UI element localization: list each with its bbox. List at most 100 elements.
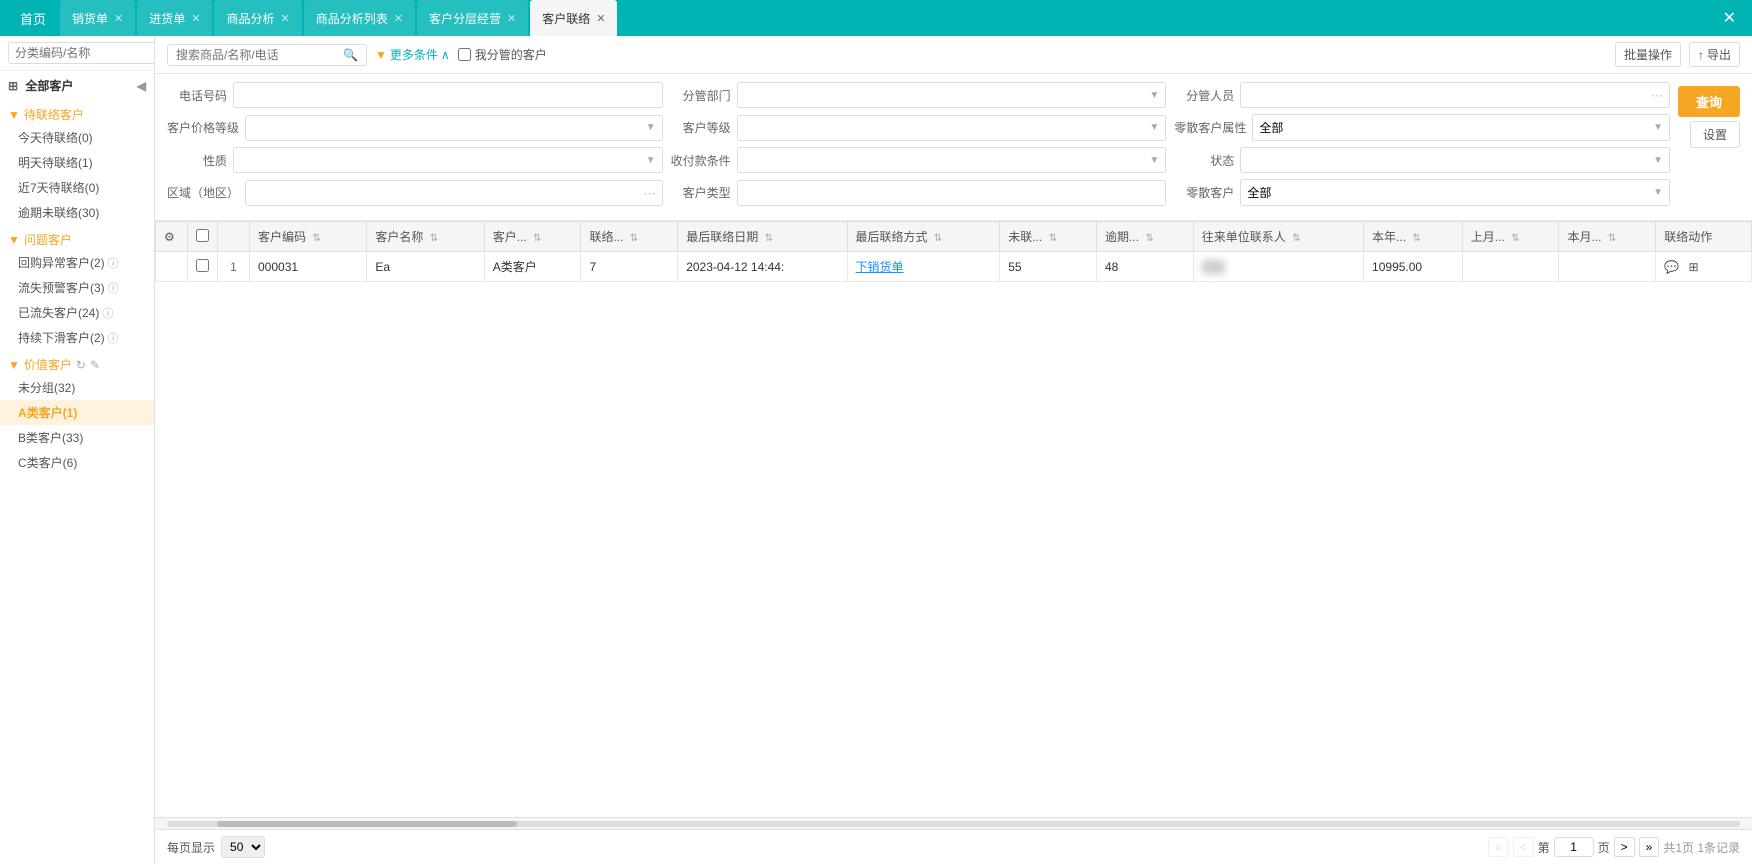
tab-customer-segment[interactable]: 客户分层经营 ✕	[417, 0, 528, 36]
filter-more-conditions[interactable]: ▼ 更多条件 ∧	[375, 46, 450, 63]
filter-price-grade-select[interactable]: ▼	[245, 115, 663, 141]
qrcode-icon[interactable]: ⊞	[1689, 260, 1699, 274]
filter-retail-customer-select[interactable]: 全部 ▼	[1240, 179, 1670, 206]
home-tab[interactable]: 首页	[8, 0, 58, 36]
close-product-analysis-list-icon[interactable]: ✕	[394, 12, 403, 25]
batch-operation-button[interactable]: 批量操作	[1615, 42, 1681, 67]
sidebar-item-churn[interactable]: 流失预警客户(3) ⓘ	[0, 275, 154, 300]
close-product-analysis-icon[interactable]: ✕	[281, 12, 290, 25]
tab-product-analysis-list[interactable]: 商品分析列表 ✕	[304, 0, 415, 36]
sidebar-group-value[interactable]: ▼ 价值客户 ↻ ✎	[0, 350, 154, 375]
this-year-column-header[interactable]: 本年... ⇅	[1364, 222, 1463, 252]
select-all-checkbox[interactable]	[196, 229, 209, 242]
filter-nature-select[interactable]: ▼	[233, 147, 663, 173]
scroll-track[interactable]	[167, 821, 1740, 827]
sort-icon-this-month[interactable]: ⇅	[1608, 233, 1616, 244]
sidebar-group-pending[interactable]: ▼ 待联络客户	[0, 100, 154, 125]
edit-icon[interactable]: ✎	[90, 358, 100, 372]
filter-manager-select[interactable]: ···	[1240, 82, 1670, 108]
tab-product-analysis[interactable]: 商品分析 ✕	[214, 0, 301, 36]
sort-icon-name[interactable]: ⇅	[430, 233, 438, 244]
tab-purchase-order[interactable]: 进货单 ✕	[137, 0, 212, 36]
my-customers-checkbox[interactable]	[458, 48, 471, 61]
contact-column-header[interactable]: 联络... ⇅	[581, 222, 678, 252]
first-page-button[interactable]: «	[1488, 837, 1509, 857]
filter-customer-type-input[interactable]	[737, 180, 1167, 206]
page-number-input[interactable]	[1554, 837, 1594, 857]
filter-customer-grade-select[interactable]: ▼	[737, 115, 1167, 141]
sidebar-item-overdue[interactable]: 逾期未联络(30)	[0, 200, 154, 225]
no-contact-column-header[interactable]: 未联... ⇅	[1000, 222, 1097, 252]
sort-icon-contact[interactable]: ⇅	[630, 233, 638, 244]
refresh-icon[interactable]: ↻	[76, 358, 86, 372]
info-icon-repurchase: ⓘ	[108, 255, 119, 271]
sidebar-item-week[interactable]: 近7天待联络(0)	[0, 175, 154, 200]
unit-contact-column-header[interactable]: 往来单位联系人 ⇅	[1193, 222, 1363, 252]
sidebar-item-today[interactable]: 今天待联络(0)	[0, 125, 154, 150]
page-total-info: 共1页 1条记录	[1663, 839, 1740, 856]
sidebar-collapse-icon[interactable]: ◀	[137, 79, 146, 93]
sidebar-item-lost[interactable]: 已流失客户(24) ⓘ	[0, 300, 154, 325]
this-month-column-header[interactable]: 本月... ⇅	[1559, 222, 1656, 252]
filter-retail-attr-select[interactable]: 全部 ▼	[1252, 114, 1670, 141]
sidebar-item-cclass[interactable]: C类客户(6)	[0, 450, 154, 475]
sidebar-item-tomorrow[interactable]: 明天待联络(1)	[0, 150, 154, 175]
filter-search-input[interactable]	[176, 48, 343, 62]
sidebar-item-aclass[interactable]: A类客户(1)	[0, 400, 154, 425]
export-button[interactable]: ↑ 导出	[1689, 42, 1740, 67]
sort-icon-last-method[interactable]: ⇅	[934, 233, 942, 244]
last-month-column-header[interactable]: 上月... ⇅	[1462, 222, 1559, 252]
query-button[interactable]: 查询	[1678, 86, 1740, 117]
row-checkbox[interactable]	[196, 259, 209, 272]
row-last-month	[1462, 252, 1559, 282]
close-customer-contact-icon[interactable]: ✕	[596, 12, 605, 25]
sidebar-item-repurchase[interactable]: 回购异常客户(2) ⓘ	[0, 250, 154, 275]
close-customer-segment-icon[interactable]: ✕	[507, 12, 516, 25]
sidebar-search-input[interactable]	[8, 42, 155, 64]
close-all-tabs-icon[interactable]: ✕	[1715, 4, 1744, 32]
settings-column-header[interactable]: ⚙	[156, 222, 188, 252]
last-method-link[interactable]: 下销货单	[856, 260, 904, 274]
next-page-button[interactable]: >	[1614, 837, 1635, 857]
sort-icon-type[interactable]: ⇅	[533, 233, 541, 244]
code-column-header[interactable]: 客户编码 ⇅	[250, 222, 367, 252]
tab-product-analysis-label: 商品分析	[226, 10, 274, 27]
prev-page-button[interactable]: <	[1513, 837, 1534, 857]
last-date-column-header[interactable]: 最后联络日期 ⇅	[678, 222, 847, 252]
sidebar-item-bclass[interactable]: B类客户(33)	[0, 425, 154, 450]
setting-button[interactable]: 设置	[1690, 121, 1740, 148]
filter-dept-select[interactable]: ▼	[737, 82, 1167, 108]
close-purchase-order-icon[interactable]: ✕	[191, 12, 200, 25]
close-sales-order-icon[interactable]: ✕	[114, 12, 123, 25]
sort-icon-no-contact[interactable]: ⇅	[1049, 233, 1057, 244]
horizontal-scrollbar[interactable]	[155, 817, 1752, 829]
filter-status-select[interactable]: ▼	[1240, 147, 1670, 173]
scroll-thumb[interactable]	[217, 821, 517, 827]
filter-payment-select[interactable]: ▼	[737, 147, 1167, 173]
filter-search-icon[interactable]: 🔍	[343, 48, 358, 62]
filter-phone-input[interactable]	[233, 82, 663, 108]
info-icon-churn: ⓘ	[108, 280, 119, 296]
sidebar-item-decline[interactable]: 持续下滑客户(2) ⓘ	[0, 325, 154, 350]
sidebar-all-customers[interactable]: ⊞ 全部客户 ◀	[0, 71, 154, 100]
name-column-header[interactable]: 客户名称 ⇅	[367, 222, 484, 252]
page-size-select[interactable]: 50	[221, 836, 265, 858]
my-customers-checkbox-container[interactable]: 我分管的客户	[458, 46, 547, 63]
sidebar-item-ungroup[interactable]: 未分组(32)	[0, 375, 154, 400]
sort-icon-overdue[interactable]: ⇅	[1145, 233, 1153, 244]
tab-sales-order[interactable]: 销货单 ✕	[60, 0, 135, 36]
tab-customer-contact[interactable]: 客户联络 ✕	[530, 0, 617, 36]
type-column-header[interactable]: 客户... ⇅	[484, 222, 581, 252]
last-page-button[interactable]: »	[1639, 837, 1660, 857]
sidebar-group-problem[interactable]: ▼ 问题客户	[0, 225, 154, 250]
overdue-column-header[interactable]: 逾期... ⇅	[1096, 222, 1193, 252]
sort-icon-last-date[interactable]: ⇅	[765, 233, 773, 244]
last-method-column-header[interactable]: 最后联络方式 ⇅	[847, 222, 1000, 252]
sort-icon-this-year[interactable]: ⇅	[1412, 233, 1420, 244]
sort-icon-code[interactable]: ⇅	[312, 233, 320, 244]
sort-icon-last-month[interactable]: ⇅	[1511, 233, 1519, 244]
chat-icon[interactable]: 💬	[1664, 260, 1679, 274]
sidebar-item-bclass-label: B类客户(33)	[18, 429, 83, 446]
sort-icon-unit-contact[interactable]: ⇅	[1292, 233, 1300, 244]
filter-region-select[interactable]: ···	[245, 180, 663, 206]
